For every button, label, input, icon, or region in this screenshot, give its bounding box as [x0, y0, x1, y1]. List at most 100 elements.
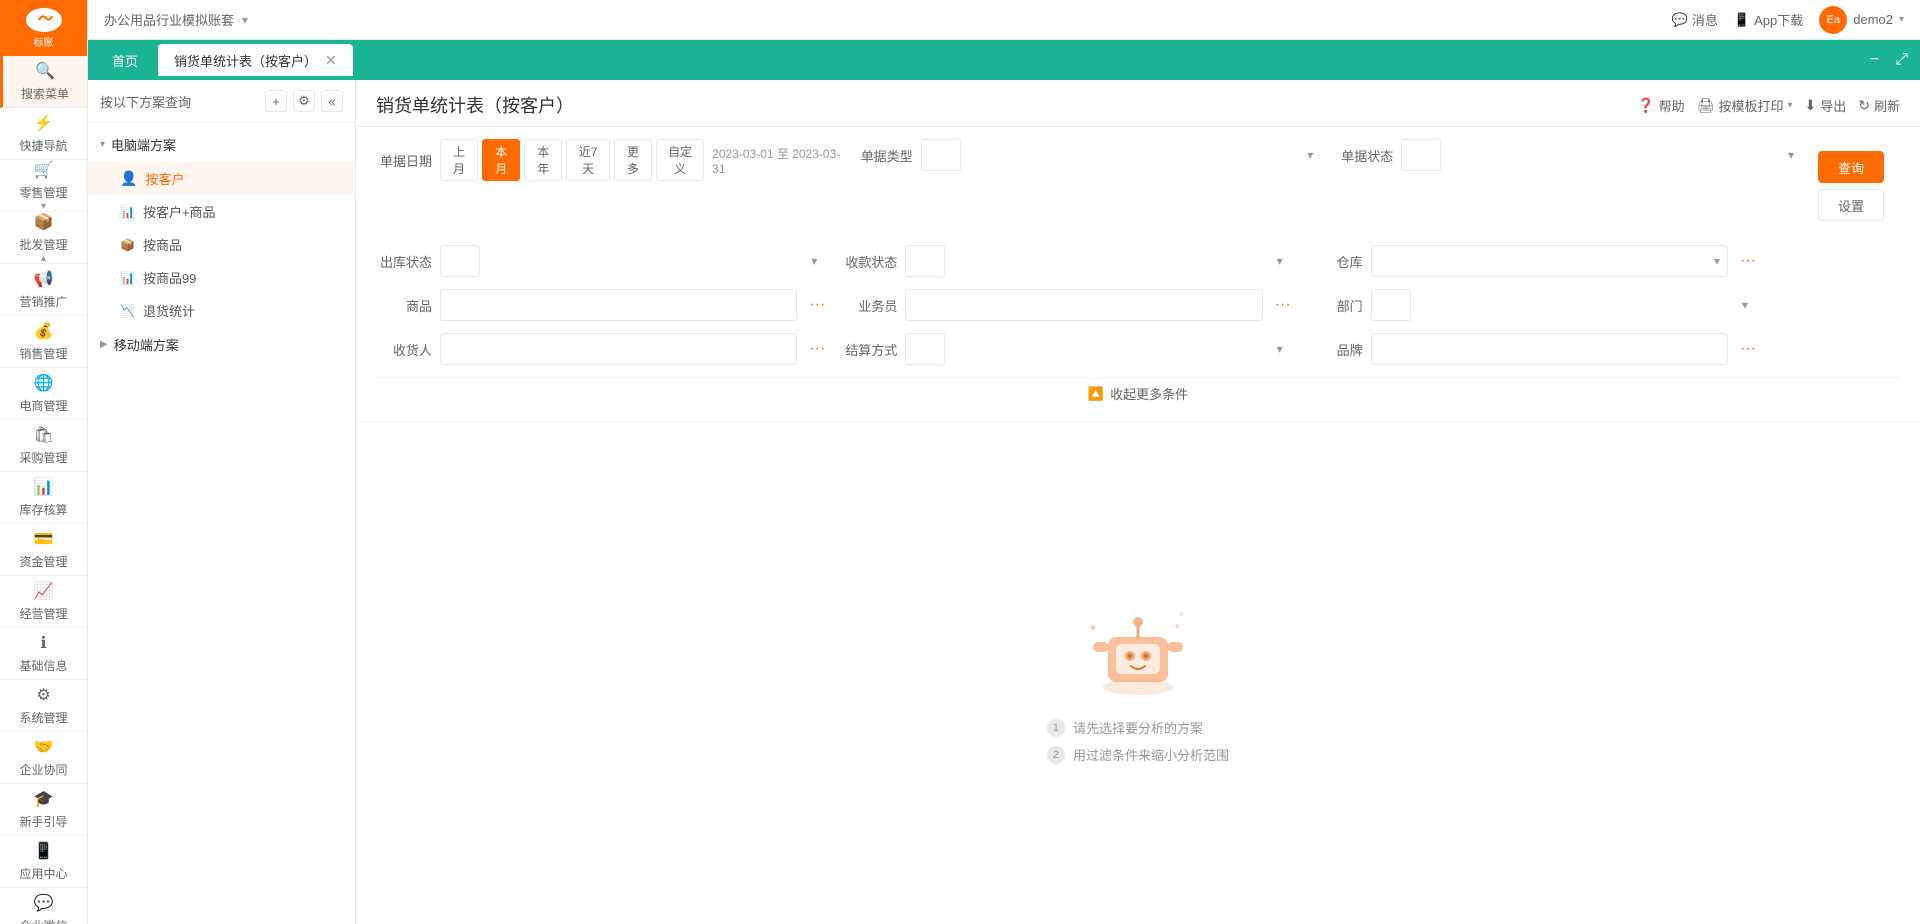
- user-name: demo2: [1853, 12, 1893, 27]
- dept-select[interactable]: [1371, 289, 1411, 321]
- download-icon: 📱: [1734, 12, 1750, 28]
- warehouse-input[interactable]: [1371, 245, 1728, 277]
- tab-fullscreen-button[interactable]: ⤢: [1891, 47, 1912, 73]
- scheme-group-desktop: ▾ 电脑端方案 👤 按客户 📊 按客户+商品 📦 按商品: [88, 127, 355, 327]
- product-input[interactable]: [440, 289, 797, 321]
- app-download-action[interactable]: 📱 App下载: [1734, 10, 1803, 29]
- customer-product-icon: 📊: [120, 205, 135, 219]
- this-month-btn[interactable]: 本月: [482, 139, 520, 181]
- user-profile[interactable]: Ea demo2 ▾: [1819, 6, 1904, 34]
- out-status-select[interactable]: [440, 245, 480, 277]
- scheme-item-by-product-99[interactable]: 📊 按商品99: [88, 261, 355, 294]
- sidebar-item-label: 资金管理: [19, 553, 67, 570]
- scheme-item-by-customer-label: 按客户: [145, 169, 184, 188]
- query-button[interactable]: 查询: [1818, 151, 1884, 183]
- tab-minimize-button[interactable]: −: [1866, 47, 1883, 73]
- collapse-more-button[interactable]: 🔼 收起更多条件: [376, 377, 1900, 409]
- sidebar-item-sales[interactable]: 💰 销售管理: [0, 316, 87, 368]
- tab-sales-stat[interactable]: 销货单统计表（按客户） ✕: [158, 44, 353, 76]
- scheme-item-return-stats[interactable]: 📉 退货统计: [88, 294, 355, 327]
- more-btn[interactable]: 更多: [614, 139, 652, 181]
- warehouse-dots[interactable]: ···: [1740, 252, 1756, 270]
- sidebar-item-sys[interactable]: ⚙ 系统管理: [0, 680, 87, 732]
- this-year-btn[interactable]: 本年: [524, 139, 562, 181]
- scheme-item-by-product-label: 按商品: [143, 235, 182, 254]
- add-scheme-button[interactable]: +: [265, 90, 287, 112]
- sidebar-item-purchase[interactable]: 🛍 采购管理: [0, 420, 87, 472]
- sidebar-item-label: 新手引导: [19, 813, 67, 830]
- export-action[interactable]: ⬇ 导出: [1805, 96, 1847, 115]
- header-actions: 💬 消息 📱 App下载 Ea demo2 ▾: [1672, 6, 1904, 34]
- help-label: 帮助: [1659, 96, 1685, 115]
- refresh-action[interactable]: ↻ 刷新: [1858, 96, 1900, 115]
- export-label: 导出: [1820, 96, 1846, 115]
- svg-text:✦: ✦: [1173, 622, 1181, 633]
- sidebar-item-wholesale[interactable]: 📦 批发管理 ▴: [0, 212, 87, 264]
- salesperson-dots[interactable]: ···: [1275, 296, 1291, 314]
- receipt-status-select[interactable]: [905, 245, 945, 277]
- custom-btn[interactable]: 自定义: [656, 139, 704, 181]
- app-title[interactable]: 办公用品行业模拟账套: [104, 10, 234, 29]
- title-dropdown-icon[interactable]: ▾: [242, 13, 248, 27]
- sidebar-item-label: 企业协同: [19, 761, 67, 778]
- template-print-action[interactable]: 🖨 按模板打印 ▾: [1697, 96, 1793, 115]
- scheme-group-mobile-header[interactable]: ▶ 移动端方案: [88, 327, 355, 362]
- sidebar-item-inventory[interactable]: 📊 库存核算: [0, 472, 87, 524]
- empty-tips: 1 请先选择要分析的方案 2 用过滤条件来缩小分析范围: [1047, 718, 1229, 764]
- help-action[interactable]: ❓ 帮助: [1637, 96, 1684, 115]
- help-icon: ❓: [1637, 97, 1654, 114]
- sidebar-item-basic[interactable]: ℹ 基础信息: [0, 628, 87, 680]
- linechart-icon: 📈: [34, 581, 54, 601]
- sidebar-item-retail[interactable]: 🛒 零售管理 ▾: [0, 160, 87, 212]
- scheme-item-return-stats-label: 退货统计: [143, 301, 195, 320]
- settings-scheme-button[interactable]: ⚙: [293, 90, 315, 112]
- scheme-group-desktop-label: 电脑端方案: [111, 135, 176, 154]
- left-panel: 按以下方案查询 + ⚙ « ▾ 电脑端方案 👤 按客户: [88, 80, 356, 924]
- scheme-item-by-customer[interactable]: 👤 按客户: [88, 162, 355, 195]
- sidebar-item-guide[interactable]: 🎓 新手引导: [0, 784, 87, 836]
- app-logo[interactable]: 标账: [0, 0, 87, 56]
- collapse-panel-button[interactable]: «: [321, 90, 343, 112]
- main-area: 办公用品行业模拟账套 ▾ 💬 消息 📱 App下载 Ea demo2 ▾ 首: [88, 0, 1920, 924]
- consignee-input[interactable]: [440, 333, 797, 365]
- empty-tip-2-text: 用过滤条件来缩小分析范围: [1073, 745, 1229, 764]
- svg-text:✦: ✦: [1178, 610, 1185, 619]
- sidebar-item-search-menu[interactable]: 🔍 搜索菜单: [0, 56, 87, 108]
- message-action[interactable]: 💬 消息: [1672, 10, 1718, 29]
- last-7-days-btn[interactable]: 近7天: [566, 139, 610, 181]
- sidebar-item-quick-nav[interactable]: ⚡ 快捷导航: [0, 108, 87, 160]
- scheme-group-desktop-header[interactable]: ▾ 电脑端方案: [88, 127, 355, 162]
- sidebar-item-appcenter[interactable]: 📱 应用中心: [0, 836, 87, 888]
- brand-input[interactable]: [1371, 333, 1728, 365]
- export-icon: ⬇: [1805, 97, 1817, 114]
- settle-method-select[interactable]: [905, 333, 945, 365]
- brand-dots[interactable]: ···: [1740, 340, 1756, 358]
- doc-type-select[interactable]: [921, 139, 961, 171]
- logo-icon: [26, 8, 62, 32]
- empty-tip-1-text: 请先选择要分析的方案: [1073, 718, 1203, 737]
- refresh-icon: ↻: [1858, 97, 1870, 114]
- globe-icon: 🌐: [34, 373, 54, 393]
- settings-button[interactable]: 设置: [1818, 189, 1884, 221]
- settle-method-select-wrap: [905, 333, 1290, 365]
- scheme-item-by-customer-product[interactable]: 📊 按客户+商品: [88, 195, 355, 228]
- doc-status-select[interactable]: [1401, 139, 1441, 171]
- tab-home[interactable]: 首页: [96, 44, 154, 76]
- sidebar-item-marketing[interactable]: 📢 营销推广: [0, 264, 87, 316]
- consignee-dots[interactable]: ···: [809, 340, 825, 358]
- scheme-item-by-product[interactable]: 📦 按商品: [88, 228, 355, 261]
- sidebar-item-ops[interactable]: 📈 经营管理: [0, 576, 87, 628]
- brand-label: 品牌: [1307, 340, 1363, 359]
- sidebar-item-ecom[interactable]: 🌐 电商管理: [0, 368, 87, 420]
- product-dots[interactable]: ···: [809, 296, 825, 314]
- sidebar-item-enterprise[interactable]: 🤝 企业协同: [0, 732, 87, 784]
- handshake-icon: 🤝: [34, 737, 54, 757]
- last-month-btn[interactable]: 上月: [440, 139, 478, 181]
- sidebar-item-finance[interactable]: 💳 资金管理: [0, 524, 87, 576]
- sidebar-item-wechat[interactable]: 💬 企业微信: [0, 888, 87, 924]
- chat-icon: 💬: [34, 893, 54, 913]
- tab-close-icon[interactable]: ✕: [325, 52, 337, 69]
- mobile-toggle-icon: ▶: [100, 339, 108, 350]
- grad-icon: 🎓: [34, 789, 54, 809]
- salesperson-input[interactable]: [905, 289, 1262, 321]
